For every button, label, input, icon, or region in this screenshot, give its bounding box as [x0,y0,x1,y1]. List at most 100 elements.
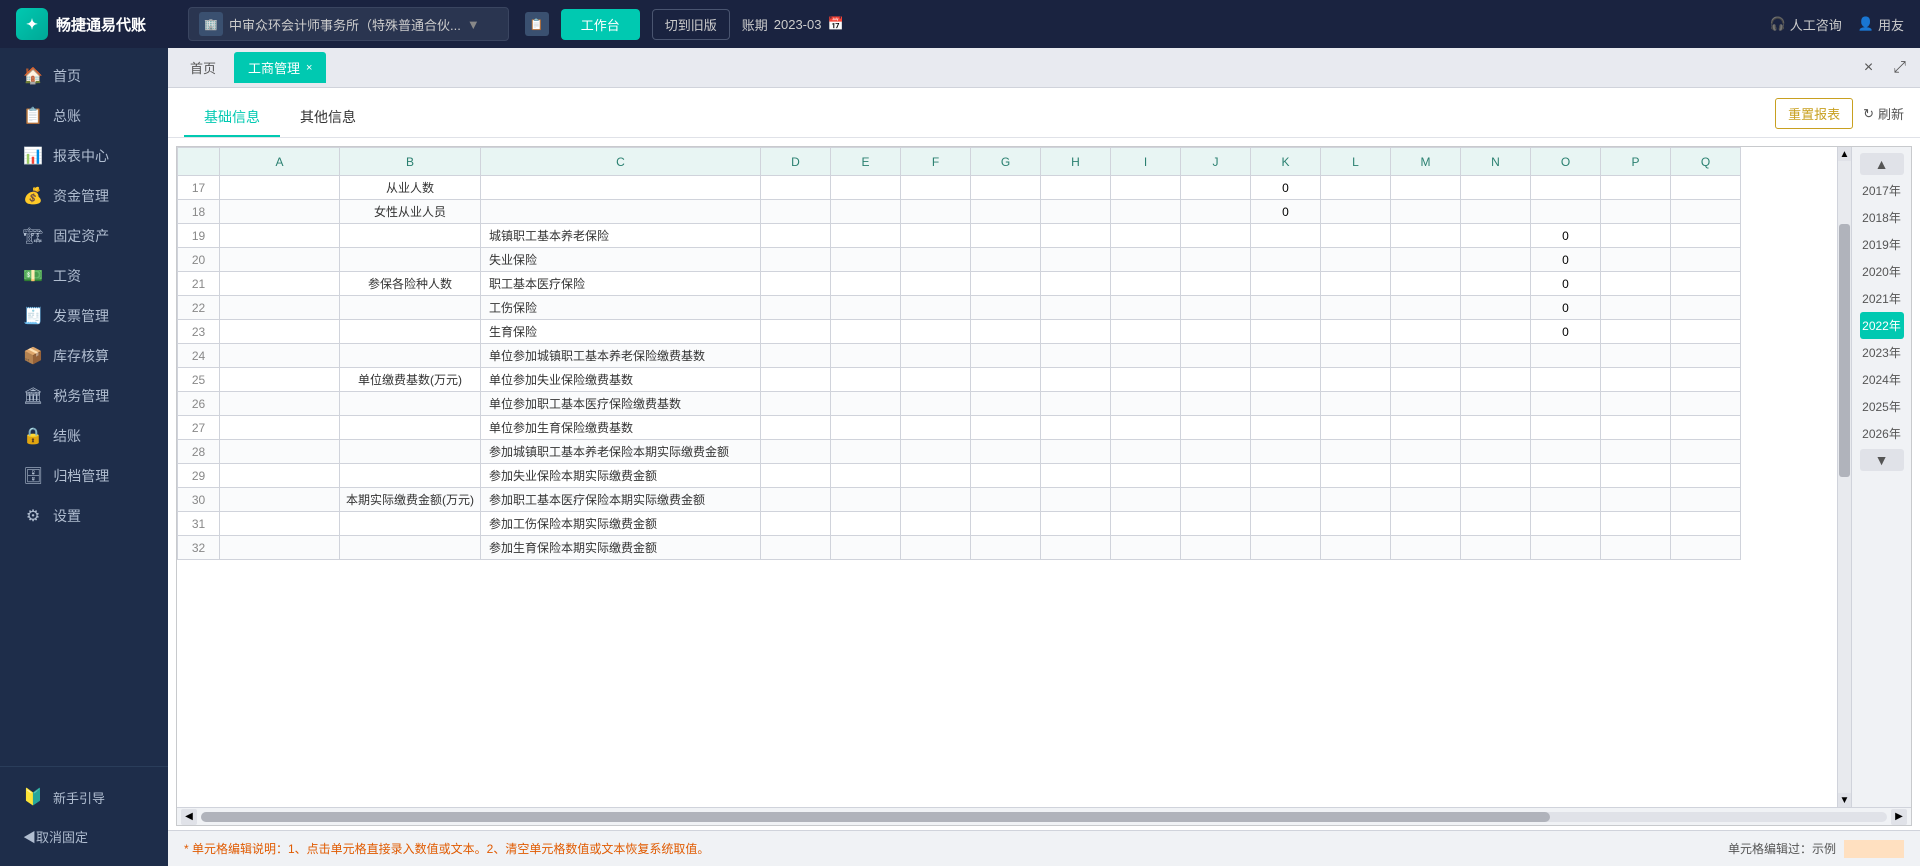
cell-31-b[interactable] [340,512,481,536]
cell-29-col7[interactable] [971,464,1041,488]
cell-19-col15[interactable]: 0 [1531,224,1601,248]
sidebar-item-home[interactable]: 🏠首页 [0,56,168,96]
cell-31-col7[interactable] [971,512,1041,536]
cell-17-col7[interactable] [971,176,1041,200]
cell-23-col13[interactable] [1391,320,1461,344]
cell-22-b[interactable] [340,296,481,320]
cell-28-col15[interactable] [1531,440,1601,464]
sidebar-item-archive[interactable]: 🗄归档管理 [0,456,168,496]
scroll-right-button[interactable]: ▶ [1891,809,1907,825]
sidebar-item-fixed-assets[interactable]: 🏗固定资产 [0,216,168,256]
cell-17-col9[interactable] [1111,176,1181,200]
cell-32-col12[interactable] [1321,536,1391,560]
cell-32-c[interactable]: 参加生育保险本期实际缴费金额 [481,536,761,560]
company-extra-icon[interactable]: 📋 [525,12,549,36]
cell-30-col16[interactable] [1601,488,1671,512]
cell-26-col9[interactable] [1111,392,1181,416]
cell-24-b[interactable] [340,344,481,368]
cell-31-col12[interactable] [1321,512,1391,536]
cell-32-a[interactable] [220,536,340,560]
cell-32-col5[interactable] [831,536,901,560]
cell-18-col14[interactable] [1461,200,1531,224]
expand-window-button[interactable]: ⤢ [1887,57,1912,79]
cell-22-col11[interactable] [1251,296,1321,320]
cell-32-col15[interactable] [1531,536,1601,560]
cell-28-col16[interactable] [1601,440,1671,464]
cell-29-col15[interactable] [1531,464,1601,488]
cell-22-a[interactable] [220,296,340,320]
cell-21-col4[interactable] [761,272,831,296]
cell-25-a[interactable] [220,368,340,392]
cell-29-col8[interactable] [1041,464,1111,488]
cell-32-col17[interactable] [1671,536,1741,560]
cell-18-col16[interactable] [1601,200,1671,224]
year-item-2022年[interactable]: 2022年 [1860,312,1904,339]
cell-24-col9[interactable] [1111,344,1181,368]
cell-21-col16[interactable] [1601,272,1671,296]
cell-22-col8[interactable] [1041,296,1111,320]
cell-20-col14[interactable] [1461,248,1531,272]
cell-21-b[interactable]: 参保各险种人数 [340,272,481,296]
cell-25-col17[interactable] [1671,368,1741,392]
cell-19-col5[interactable] [831,224,901,248]
cell-27-c[interactable]: 单位参加生育保险缴费基数 [481,416,761,440]
cell-20-a[interactable] [220,248,340,272]
year-up-button[interactable]: ▲ [1860,153,1904,175]
cell-29-col4[interactable] [761,464,831,488]
year-item-2018年[interactable]: 2018年 [1860,204,1904,231]
cell-22-col13[interactable] [1391,296,1461,320]
cell-27-a[interactable] [220,416,340,440]
sidebar-item-inventory[interactable]: 📦库存核算 [0,336,168,376]
cell-23-col5[interactable] [831,320,901,344]
cell-26-col16[interactable] [1601,392,1671,416]
cell-19-a[interactable] [220,224,340,248]
cell-17-col5[interactable] [831,176,901,200]
cell-22-col5[interactable] [831,296,901,320]
cell-18-b[interactable]: 女性从业人员 [340,200,481,224]
sidebar-item-cancelfixed[interactable]: ◀取消固定 [0,817,168,856]
cell-24-col6[interactable] [901,344,971,368]
year-item-2019年[interactable]: 2019年 [1860,231,1904,258]
cell-20-col6[interactable] [901,248,971,272]
cell-19-col12[interactable] [1321,224,1391,248]
cell-31-col13[interactable] [1391,512,1461,536]
cell-22-col17[interactable] [1671,296,1741,320]
cell-18-col15[interactable] [1531,200,1601,224]
cell-31-col11[interactable] [1251,512,1321,536]
cell-18-col17[interactable] [1671,200,1741,224]
cell-30-b[interactable]: 本期实际缴费金额(万元) [340,488,481,512]
cell-17-col8[interactable] [1041,176,1111,200]
cell-27-col17[interactable] [1671,416,1741,440]
cell-30-col15[interactable] [1531,488,1601,512]
cell-18-c[interactable] [481,200,761,224]
sidebar-item-report[interactable]: 📊报表中心 [0,136,168,176]
cell-28-col12[interactable] [1321,440,1391,464]
cell-23-col17[interactable] [1671,320,1741,344]
cell-29-col11[interactable] [1251,464,1321,488]
cell-27-col5[interactable] [831,416,901,440]
cell-18-col5[interactable] [831,200,901,224]
cell-17-col6[interactable] [901,176,971,200]
cell-21-col5[interactable] [831,272,901,296]
cell-27-col14[interactable] [1461,416,1531,440]
cell-24-col5[interactable] [831,344,901,368]
cell-21-col13[interactable] [1391,272,1461,296]
close-window-button[interactable]: × [1858,57,1879,79]
cell-17-col17[interactable] [1671,176,1741,200]
cell-30-col11[interactable] [1251,488,1321,512]
cell-17-col12[interactable] [1321,176,1391,200]
cell-17-col15[interactable] [1531,176,1601,200]
cell-32-col11[interactable] [1251,536,1321,560]
company-selector[interactable]: 🏢 中审众环会计师事务所（特殊普通合伙... ▼ [188,7,509,41]
cell-22-col7[interactable] [971,296,1041,320]
cell-22-c[interactable]: 工伤保险 [481,296,761,320]
cell-26-col17[interactable] [1671,392,1741,416]
cell-19-b[interactable] [340,224,481,248]
cell-24-col13[interactable] [1391,344,1461,368]
cell-31-a[interactable] [220,512,340,536]
cell-24-col14[interactable] [1461,344,1531,368]
cell-27-col7[interactable] [971,416,1041,440]
cell-32-col4[interactable] [761,536,831,560]
cell-19-col9[interactable] [1111,224,1181,248]
workbench-button[interactable]: 工作台 [561,9,640,40]
